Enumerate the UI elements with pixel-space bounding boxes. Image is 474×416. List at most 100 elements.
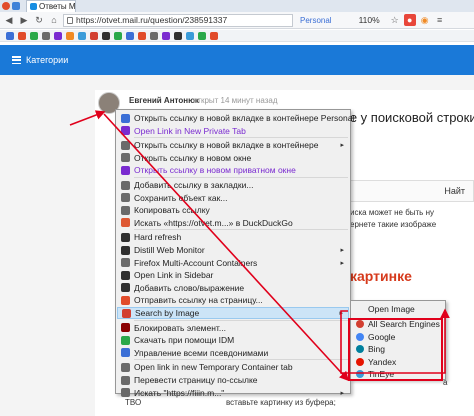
context-menu-item[interactable]: Открыть ссылку в новом приватном окне xyxy=(117,164,349,176)
context-menu-item[interactable]: Open link in new Temporary Container tab xyxy=(117,361,349,373)
context-menu-item[interactable]: Открыть ссылку в новом окне xyxy=(117,152,349,164)
bookmark-1-icon[interactable] xyxy=(6,32,14,40)
bookmark-6-icon[interactable] xyxy=(66,32,74,40)
context-menu-item-label: Перевести страницу по-ссылке xyxy=(134,375,258,385)
save-icon xyxy=(121,193,130,203)
home-icon[interactable]: ⌂ xyxy=(48,14,60,26)
container-list-icon xyxy=(121,140,130,150)
bookmark-star-icon[interactable]: ☆ xyxy=(389,14,401,26)
context-menu-item[interactable]: Перевести страницу по-ссылке xyxy=(117,374,349,386)
back-icon[interactable]: ◀ xyxy=(3,14,15,26)
bookmark-2-icon[interactable] xyxy=(18,32,26,40)
context-menu-item[interactable]: Открыть ссылку в новой вкладке в контейн… xyxy=(117,139,349,151)
submenu-arrow-icon: ▸ xyxy=(340,389,344,397)
context-menu-item[interactable]: Искать "https://fiiin.m..." ▸ xyxy=(117,387,349,399)
annotation-highlight-box xyxy=(348,318,443,381)
bookmark-9-icon[interactable] xyxy=(102,32,110,40)
bookmark-15-icon[interactable] xyxy=(174,32,182,40)
sidebar-fragment: ТВО xyxy=(125,398,142,407)
site-favicon-icon xyxy=(30,3,37,10)
context-menu-item[interactable]: Firefox Multi-Account Containers ▸ xyxy=(117,257,349,269)
forward-icon[interactable]: ▶ xyxy=(18,14,30,26)
context-menu-item[interactable]: Open Link in Sidebar xyxy=(117,269,349,281)
bookmark-11-icon[interactable] xyxy=(126,32,134,40)
url-text: https://otvet.mail.ru/question/238591337 xyxy=(76,15,228,25)
distill-icon xyxy=(121,245,130,255)
bookmark-13-icon[interactable] xyxy=(150,32,158,40)
question-text-line-2: ернете такие изображе xyxy=(350,220,437,229)
menu-separator xyxy=(134,177,348,178)
context-menu-item[interactable]: Скачать при помощи IDM xyxy=(117,334,349,346)
menu-separator xyxy=(134,229,348,231)
copy-icon xyxy=(121,205,130,215)
context-menu-item-label: Открыть ссылку в новой вкладке в контейн… xyxy=(134,140,319,151)
bookmark-8-icon[interactable] xyxy=(90,32,98,40)
reload-icon[interactable]: ↻ xyxy=(33,14,45,26)
context-menu-item[interactable]: Отправить ссылку на страницу... xyxy=(117,294,349,306)
container-label[interactable]: Personal xyxy=(300,16,332,25)
bookmarks-toolbar xyxy=(0,30,474,42)
firefox-account-icon[interactable]: ◉ xyxy=(419,14,431,26)
context-menu-item[interactable]: Искать «https://otvet.m...» в DuckDuckGo xyxy=(117,217,349,229)
extension-icon[interactable]: ● xyxy=(403,14,416,26)
context-menu-item-label: Hard refresh xyxy=(134,232,182,243)
submenu-item[interactable]: Open Image xyxy=(352,303,444,315)
context-menu-item-label: Управление всеми псевдонимами xyxy=(134,347,269,358)
tab-list-icon[interactable] xyxy=(12,2,20,10)
zoom-level[interactable]: 110% xyxy=(359,15,380,25)
context-menu-item[interactable]: Блокировать элемент... xyxy=(117,322,349,334)
context-menu-item-label: Открыть ссылку в новой вкладке в контейн… xyxy=(134,113,355,123)
bookmark-7-icon[interactable] xyxy=(78,32,86,40)
context-menu-item[interactable]: Сохранить объект как... xyxy=(117,192,349,204)
private-tab-icon xyxy=(121,126,130,136)
context-menu-item-label: Добавить ссылку в закладки... xyxy=(134,180,254,190)
context-menu-item[interactable]: Открыть ссылку в новой вкладке в контейн… xyxy=(117,112,354,124)
context-menu-item[interactable]: Управление всеми псевдонимами xyxy=(117,347,349,359)
bookmark-18-icon[interactable] xyxy=(210,32,218,40)
menu-icon[interactable]: ≡ xyxy=(434,14,446,26)
context-menu-item-label: Open link in new Temporary Container tab xyxy=(134,362,293,373)
bookmark-12-icon[interactable] xyxy=(138,32,146,40)
context-menu-item-label: Сохранить объект как... xyxy=(134,192,228,203)
context-menu-item-label: Search by Image xyxy=(135,308,200,318)
categories-link[interactable]: Категории xyxy=(26,55,68,65)
context-menu-item[interactable]: Open Link in New Private Tab xyxy=(117,125,349,137)
author-name[interactable]: Евгений Антонюк xyxy=(129,96,199,105)
sidebar-icon xyxy=(121,270,130,280)
duckduckgo-icon xyxy=(121,218,130,228)
bookmark-17-icon[interactable] xyxy=(198,32,206,40)
question-text-line-1: иска может не быть ну xyxy=(350,208,434,217)
context-menu-item[interactable]: Search by Image ▸ xyxy=(117,307,349,319)
address-bar[interactable]: https://otvet.mail.ru/question/238591337 xyxy=(63,13,293,27)
search-tab-label: Найт xyxy=(444,186,465,196)
context-menu-item-label: Отправить ссылку на страницу... xyxy=(134,295,263,306)
navigation-toolbar: ◀ ▶ ↻ ⌂ https://otvet.mail.ru/question/2… xyxy=(0,12,474,29)
bookmark-3-icon[interactable] xyxy=(30,32,38,40)
bookmark-5-icon[interactable] xyxy=(54,32,62,40)
alias-icon xyxy=(121,348,130,358)
bookmark-16-icon[interactable] xyxy=(186,32,194,40)
submenu-item-label: Open Image xyxy=(368,304,415,314)
search-tab[interactable]: Найт xyxy=(350,180,474,202)
bookmark-4-icon[interactable] xyxy=(42,32,50,40)
bookmark-10-icon[interactable] xyxy=(114,32,122,40)
bookmark-icon xyxy=(121,180,130,190)
context-menu-item[interactable]: Добавить слово/выражение xyxy=(117,282,349,294)
tab-title: Ответы Mail.ru: Гд xyxy=(39,2,76,11)
menu-separator xyxy=(134,137,348,139)
firefox-icon xyxy=(2,2,10,10)
context-menu-item-label: Открыть ссылку в новом приватном окне xyxy=(134,165,296,176)
browser-tab[interactable]: Ответы Mail.ru: Гд xyxy=(26,0,76,12)
categories-menu-icon[interactable] xyxy=(12,56,21,64)
context-menu-item-label: Добавить слово/выражение xyxy=(134,282,245,293)
context-menu-item[interactable]: Добавить ссылку в закладки... xyxy=(117,179,349,191)
submenu-arrow-icon: ▸ xyxy=(340,247,344,254)
question-title: ке у поисковой строки xyxy=(344,110,474,125)
lock-icon xyxy=(67,16,73,24)
context-menu-item[interactable]: Копировать ссылку xyxy=(117,204,349,216)
context-menu-item[interactable]: Hard refresh xyxy=(117,231,349,243)
bookmark-14-icon[interactable] xyxy=(162,32,170,40)
context-menu: Открыть ссылку в новой вкладке в контейн… xyxy=(115,109,354,398)
context-menu-item[interactable]: Distill Web Monitor ▸ xyxy=(117,244,349,256)
context-menu-item-label: Копировать ссылку xyxy=(134,205,210,216)
